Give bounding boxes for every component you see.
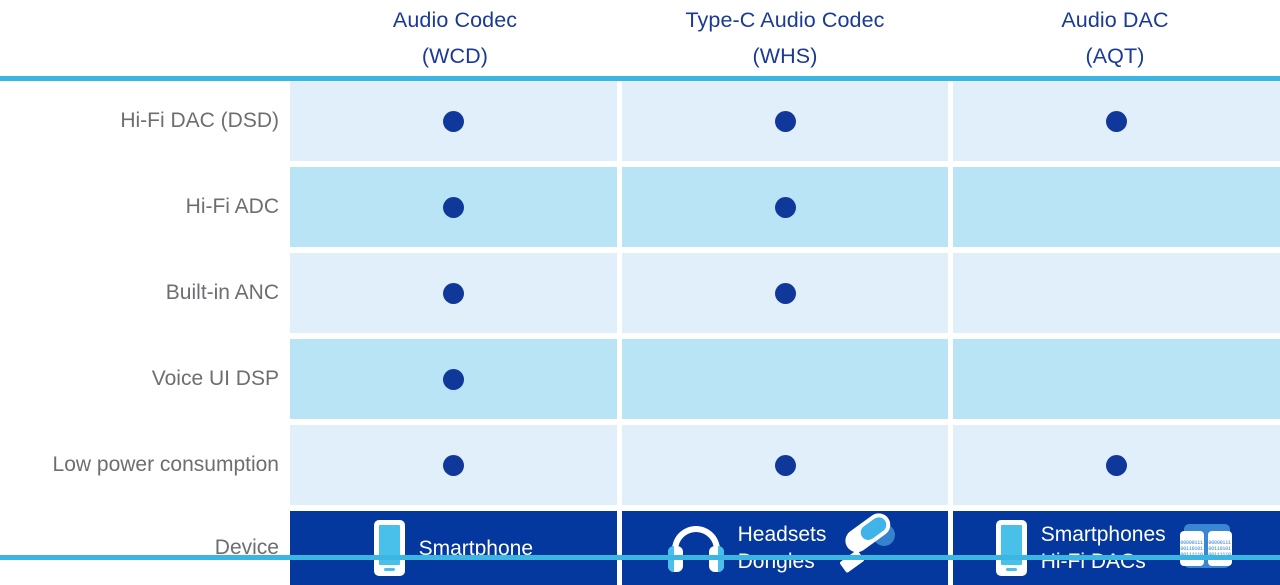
feature-comparison-matrix: Audio Codec (WCD) Type-C Audio Codec (WH…: [0, 0, 1280, 585]
cell-r0-c0: [290, 81, 617, 161]
table-row: Built-in ANC: [0, 253, 1280, 333]
device-cell-smartphone: Smartphone: [290, 511, 617, 585]
smartphone-home-button: [383, 568, 395, 571]
column-header-line1: Audio Codec: [392, 8, 518, 32]
cell-r0-c2: [953, 81, 1280, 161]
device-label-line2: Dongles: [737, 550, 815, 573]
usb-dongle-icon: [839, 508, 902, 574]
device-label-line1: Headsets: [737, 523, 827, 546]
device-label-line1: Smartphones: [1040, 523, 1166, 546]
supported-dot-icon: [1106, 454, 1128, 476]
cell-r3-c2: [953, 339, 1280, 419]
usb-dongle-plug: [839, 549, 866, 574]
headphones-icon: [667, 524, 724, 572]
binary-card-first: 00000111 00110101 00111110: [1179, 531, 1204, 566]
cell-r2-c2: [953, 253, 1280, 333]
header-label-spacer: [0, 0, 290, 76]
cell-r4-c0: [290, 425, 617, 505]
cell-r1-c1: [621, 167, 949, 247]
supported-dot-icon: [442, 282, 464, 304]
row-label-voice-ui-dsp: Voice UI DSP: [151, 367, 279, 390]
supported-dot-icon: [774, 282, 796, 304]
column-header-line2: (WCD): [421, 44, 489, 68]
table-row: Low power consumption: [0, 425, 1280, 505]
device-cell-smartphones-hifi-dacs: Smartphones Hi-Fi DACs 00000111 00110101…: [953, 511, 1280, 585]
supported-dot-icon: [442, 454, 464, 476]
supported-dot-icon: [774, 454, 796, 476]
row-label-built-in-anc: Built-in ANC: [165, 281, 279, 304]
row-label-hi-fi-dac-dsd: Hi-Fi DAC (DSD): [120, 109, 279, 132]
smartphone-icon: [373, 520, 405, 576]
device-cell-label: Smartphones Hi-Fi DACs: [1041, 521, 1166, 575]
smartphone-home-button: [1005, 568, 1017, 571]
binary-cards-icon: 00000111 00110101 00111110 00000111 0011…: [1179, 524, 1238, 572]
cell-r0-c1: [621, 81, 949, 161]
table-row: Hi-Fi DAC (DSD): [0, 81, 1280, 161]
table-row: Hi-Fi ADC: [0, 167, 1280, 247]
row-label-hi-fi-adc: Hi-Fi ADC: [185, 195, 279, 218]
column-header-line2: (WHS): [752, 44, 818, 68]
footer-divider-rule: [0, 555, 1280, 560]
supported-dot-icon: [442, 110, 464, 132]
cell-r4-c1: [621, 425, 949, 505]
row-label-device: Device: [214, 536, 279, 559]
supported-dot-icon: [774, 196, 796, 218]
supported-dot-icon: [442, 368, 464, 390]
device-cell-headsets-dongles: Headsets Dongles: [621, 508, 949, 585]
matrix-body: Hi-Fi DAC (DSD) Hi-Fi ADC Built-in ANC V…: [0, 81, 1280, 585]
smartphone-icon: [995, 520, 1027, 576]
column-header-type-c-audio-codec: Type-C Audio Codec (WHS): [620, 0, 950, 76]
device-cell-label: Headsets Dongles: [738, 521, 827, 575]
cell-r2-c1: [621, 253, 949, 333]
column-header-row: Audio Codec (WCD) Type-C Audio Codec (WH…: [0, 0, 1280, 76]
cell-r1-c0: [290, 167, 617, 247]
column-header-audio-dac: Audio DAC (AQT): [950, 0, 1280, 76]
cell-r3-c0: [290, 339, 617, 419]
supported-dot-icon: [774, 110, 796, 132]
cell-r2-c0: [290, 253, 617, 333]
device-row: Device Smartphone Headsets Dongles Smart…: [0, 508, 1280, 585]
column-header-line2: (AQT): [1085, 44, 1145, 68]
column-header-line1: Audio DAC: [1061, 8, 1169, 32]
supported-dot-icon: [1106, 110, 1128, 132]
device-label-line2: Hi-Fi DACs: [1040, 550, 1146, 573]
cell-r1-c2: [953, 167, 1280, 247]
binary-card-second: 00000111 00110101 00111110: [1207, 531, 1232, 566]
cell-r4-c2: [953, 425, 1280, 505]
supported-dot-icon: [442, 196, 464, 218]
row-label-low-power-consumption: Low power consumption: [52, 453, 279, 476]
table-row: Voice UI DSP: [0, 339, 1280, 419]
cell-r3-c1: [621, 339, 949, 419]
column-header-audio-codec: Audio Codec (WCD): [290, 0, 620, 76]
usb-dongle-body: [841, 508, 896, 557]
column-header-line1: Type-C Audio Codec: [685, 8, 885, 32]
